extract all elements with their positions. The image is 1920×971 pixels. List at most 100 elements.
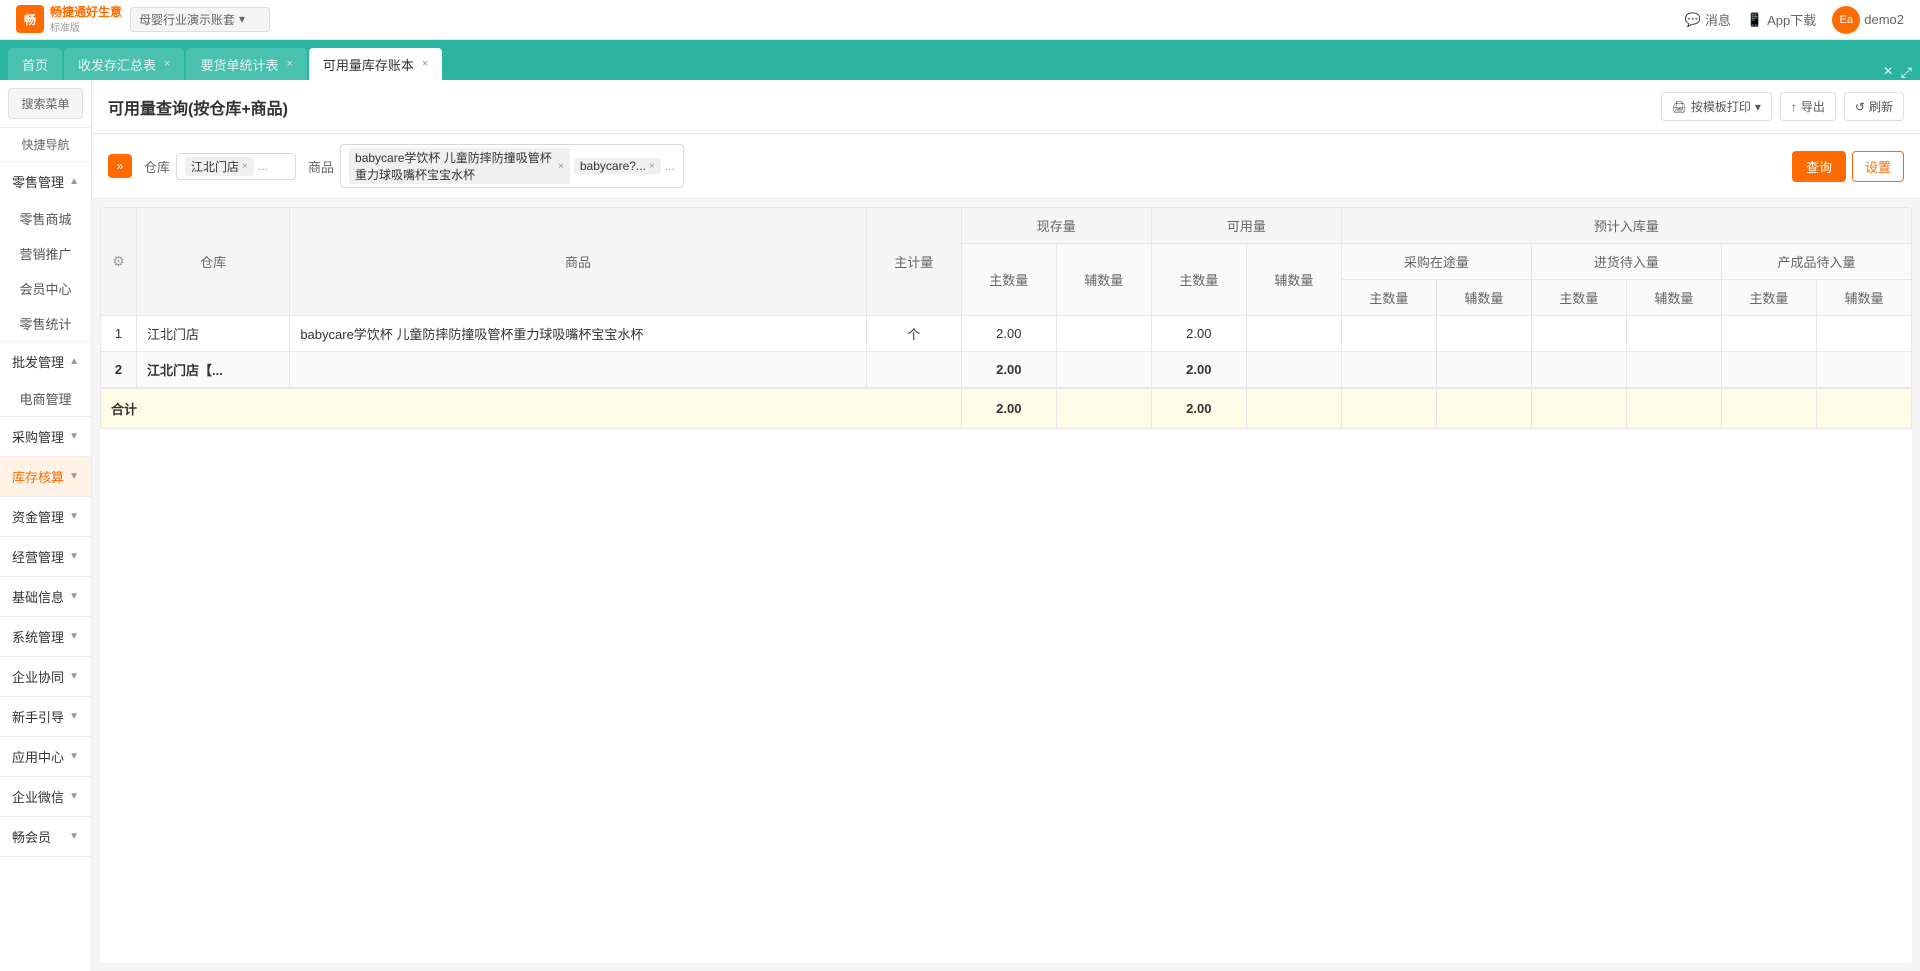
sidebar-header-newbie[interactable]: 新手引导 ▼ (0, 697, 91, 736)
th-product: 商品 (290, 208, 866, 316)
print-template-button[interactable]: 🖨 按模板打印 ▾ (1661, 92, 1772, 121)
th-warehouse: 仓库 (137, 208, 290, 316)
sidebar-item-retail-shop[interactable]: 零售商城 (0, 201, 91, 236)
tab-order[interactable]: 要货单统计表 × (186, 48, 306, 80)
cell-available-aux-2 (1246, 352, 1341, 389)
sidebar-header-purchase[interactable]: 采购管理 ▼ (0, 417, 91, 456)
page-header: 可用量查询(按仓库+商品) 🖨 按模板打印 ▾ ↑ 导出 ↺ 刷新 (92, 80, 1920, 134)
user-avatar: Ea (1832, 6, 1860, 34)
sidebar-header-system[interactable]: 系统管理 ▼ (0, 617, 91, 656)
warehouse-tag-container[interactable]: 江北门店 × ... (176, 153, 296, 180)
sidebar-item-ecommerce[interactable]: 电商管理 (0, 381, 91, 416)
sidebar-section-wholesale: 批发管理 ▲ 电商管理 (0, 342, 91, 417)
message-button[interactable]: 💬 消息 (1685, 10, 1731, 29)
remove-warehouse-tag[interactable]: × (242, 161, 248, 172)
sidebar-header-inventory[interactable]: 库存核算 ▼ (0, 457, 91, 496)
table-row: 1 江北门店 babycare学饮杯 儿童防摔防撞吸管杯重力球吸嘴杯宝宝水杯 个… (101, 316, 1912, 352)
warehouse-filter: 仓库 江北门店 × ... (144, 153, 296, 180)
sidebar-section-member: 畅会员 ▼ (0, 817, 91, 857)
export-button[interactable]: ↑ 导出 (1780, 92, 1836, 121)
user-menu[interactable]: Ea demo2 (1832, 6, 1904, 34)
cell-available-aux-1 (1246, 316, 1341, 352)
tab-home[interactable]: 首页 (8, 48, 62, 80)
cell-warehouse-1: 江北门店 (137, 316, 290, 352)
sidebar-header-finance[interactable]: 资金管理 ▼ (0, 497, 91, 536)
cell-available-main-1: 2.00 (1151, 316, 1246, 352)
app-download-button[interactable]: 📱 App下载 (1747, 10, 1816, 29)
sidebar-search-section: 搜索菜单 (0, 80, 91, 128)
expand-tab[interactable]: ⤢ (1901, 65, 1912, 79)
cell-warehouse-2: 江北门店【... (137, 352, 290, 389)
product-more[interactable]: ... (665, 159, 675, 173)
th-purchase-aux: 辅数量 (1436, 280, 1531, 316)
sidebar-header-enterprise[interactable]: 企业协同 ▼ (0, 657, 91, 696)
cell-purchase-aux-2 (1436, 352, 1531, 389)
brand-name: 畅捷通好生意 (50, 5, 122, 19)
industry-selector[interactable]: 母婴行业演示账套 ▾ (130, 7, 270, 32)
sidebar-header-retail[interactable]: 零售管理 ▲ (0, 162, 91, 201)
sidebar-header-member[interactable]: 畅会员 ▼ (0, 817, 91, 856)
page-actions: 🖨 按模板打印 ▾ ↑ 导出 ↺ 刷新 (1661, 92, 1904, 121)
cell-inbound-aux-1 (1626, 316, 1721, 352)
filter-expand-button[interactable]: » (108, 154, 132, 178)
sidebar-section-operations: 经营管理 ▼ (0, 537, 91, 577)
sidebar-item-members[interactable]: 会员中心 (0, 271, 91, 306)
remove-product-tag-1[interactable]: × (558, 161, 564, 172)
sidebar-header-appcenter[interactable]: 应用中心 ▼ (0, 737, 91, 776)
page-title: 可用量查询(按仓库+商品) (108, 95, 288, 119)
table-header-row-1: ⚙ 仓库 商品 主计量 现存量 可用量 预计入库量 (101, 208, 1912, 244)
table-area: ⚙ 仓库 商品 主计量 现存量 可用量 预计入库量 主数量 辅数量 主数量 辅数… (100, 207, 1912, 963)
th-current-stock: 现存量 (961, 208, 1151, 244)
close-tab-receive[interactable]: × (164, 58, 170, 70)
gear-icon: ⚙ (112, 253, 125, 269)
th-unit: 主计量 (866, 208, 961, 316)
close-tab-order[interactable]: × (286, 58, 292, 70)
sidebar-section-retail: 零售管理 ▲ 零售商城 营销推广 会员中心 零售统计 (0, 162, 91, 342)
settings-button[interactable]: 设置 (1852, 151, 1904, 182)
search-menu-button[interactable]: 搜索菜单 (8, 88, 83, 119)
filter-bar: » 仓库 江北门店 × ... 商品 babycare学饮杯 儿童防摔防撞吸管杯… (92, 134, 1920, 199)
remove-product-tag-2[interactable]: × (649, 161, 655, 172)
sidebar-header-wecom[interactable]: 企业微信 ▼ (0, 777, 91, 816)
quick-nav-button[interactable]: 快捷导航 (0, 128, 91, 162)
sidebar: 搜索菜单 快捷导航 零售管理 ▲ 零售商城 营销推广 会员中心 零售统计 批发管… (0, 80, 92, 971)
table-row: 2 江北门店【... 2.00 2.00 (101, 352, 1912, 389)
sidebar-section-purchase: 采购管理 ▼ (0, 417, 91, 457)
product-tag-container[interactable]: babycare学饮杯 儿童防摔防撞吸管杯重力球吸嘴杯宝宝水杯 × babyca… (340, 144, 684, 188)
footer-purchase-aux (1436, 388, 1531, 429)
th-current-aux: 辅数量 (1056, 244, 1151, 316)
query-button[interactable]: 查询 (1792, 151, 1846, 182)
sidebar-item-retail-stats[interactable]: 零售统计 (0, 306, 91, 341)
cell-production-main-2 (1721, 352, 1816, 389)
refresh-button[interactable]: ↺ 刷新 (1844, 92, 1904, 121)
product-label: 商品 (308, 157, 334, 176)
sidebar-item-marketing[interactable]: 营销推广 (0, 236, 91, 271)
cell-no-2: 2 (101, 352, 137, 389)
data-table: ⚙ 仓库 商品 主计量 现存量 可用量 预计入库量 主数量 辅数量 主数量 辅数… (100, 207, 1912, 429)
th-current-main: 主数量 (961, 244, 1056, 316)
sidebar-header-operations[interactable]: 经营管理 ▼ (0, 537, 91, 576)
cell-purchase-main-2 (1341, 352, 1436, 389)
footer-available-aux (1246, 388, 1341, 429)
sidebar-header-basics[interactable]: 基础信息 ▼ (0, 577, 91, 616)
brand-icon: 畅 (16, 5, 44, 33)
cell-current-aux-2 (1056, 352, 1151, 389)
th-available-main: 主数量 (1151, 244, 1246, 316)
cell-production-aux-1 (1816, 316, 1911, 352)
tab-receive[interactable]: 收发存汇总表 × (64, 48, 184, 80)
close-all-tabs[interactable]: × (1883, 64, 1892, 80)
nav-tabs-extra: × ⤢ (1883, 64, 1912, 80)
sidebar-section-finance: 资金管理 ▼ (0, 497, 91, 537)
sidebar-header-wholesale[interactable]: 批发管理 ▲ (0, 342, 91, 381)
sidebar-section-wecom: 企业微信 ▼ (0, 777, 91, 817)
cell-no-1: 1 (101, 316, 137, 352)
th-purchase-main: 主数量 (1341, 280, 1436, 316)
top-bar-left: 畅 畅捷通好生意 标准版 母婴行业演示账套 ▾ (16, 5, 270, 34)
warehouse-more[interactable]: ... (258, 159, 268, 173)
tab-available[interactable]: 可用量库存账本 × (309, 48, 442, 80)
close-tab-available[interactable]: × (422, 58, 428, 70)
th-settings[interactable]: ⚙ (101, 208, 137, 316)
th-available: 可用量 (1151, 208, 1341, 244)
brand-sub: 标准版 (50, 19, 122, 34)
th-inbound-main: 主数量 (1531, 280, 1626, 316)
